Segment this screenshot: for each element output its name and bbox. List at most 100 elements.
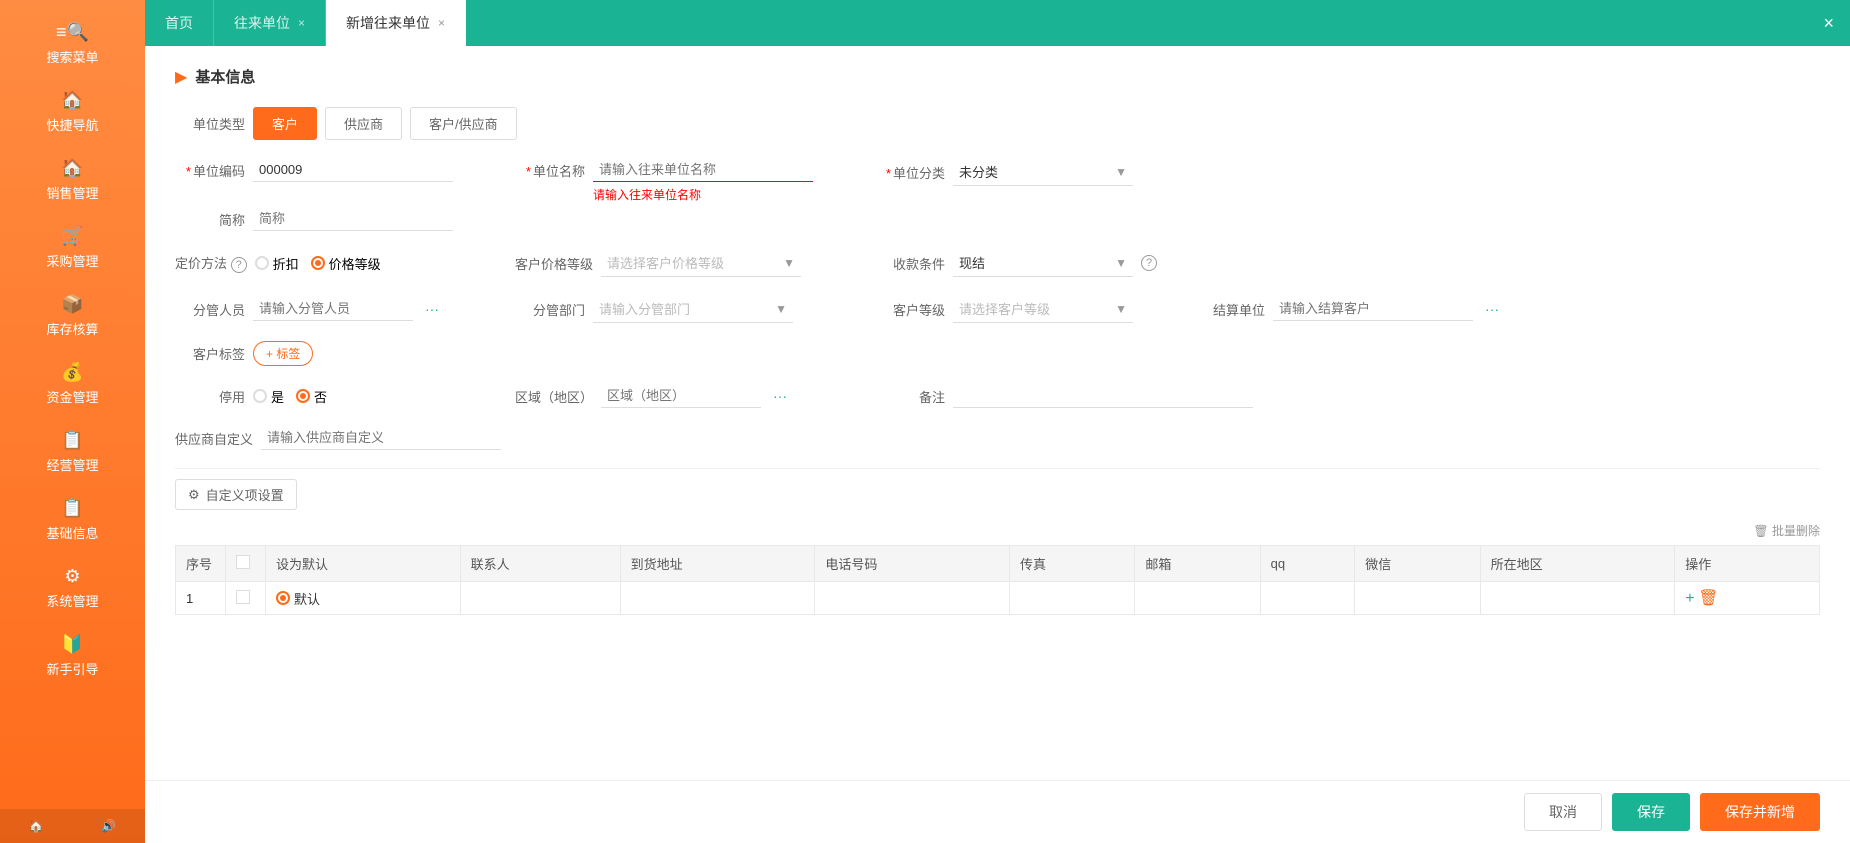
customer-level-select[interactable]: 请选择客户等级 ▼: [953, 295, 1133, 323]
unit-code-group: *单位编码: [175, 158, 475, 182]
sidebar-item-finance[interactable]: 💰 资金管理: [0, 350, 145, 418]
sidebar-bottom: 🏠 🔊: [0, 809, 145, 843]
disabled-no-radio[interactable]: [296, 389, 310, 403]
tab-contacts[interactable]: 往来单位 ×: [214, 0, 326, 46]
main-area: 首页 往来单位 × 新增往来单位 × × ▶ 基本信息 单位类型 客户 供应商: [145, 0, 1850, 843]
sidebar-home-button[interactable]: 🏠: [0, 809, 73, 843]
gear-icon: ⚙: [188, 487, 200, 503]
unit-category-select[interactable]: 未分类 ▼: [953, 158, 1133, 186]
customer-level-arrow: ▼: [1115, 302, 1127, 316]
select-all-checkbox[interactable]: [236, 555, 250, 569]
payment-terms-label: 收款条件: [875, 254, 945, 273]
supplier-custom-input[interactable]: [261, 426, 501, 450]
manager-input[interactable]: [253, 297, 413, 321]
inventory-icon: 📦: [61, 294, 83, 315]
sidebar-item-system[interactable]: ⚙ 系统管理: [0, 554, 145, 622]
table-header-row: 序号 设为默认 联系人 到货地址 电话号码 传真 邮箱 qq 微信 所在地区 操…: [176, 546, 1820, 582]
sidebar-sound-button[interactable]: 🔊: [73, 809, 146, 843]
sidebar-item-label: 库存核算: [46, 319, 98, 338]
save-and-add-button[interactable]: 保存并新增: [1700, 793, 1820, 831]
type-btn-customer[interactable]: 客户: [253, 107, 317, 140]
sidebar-item-newbie[interactable]: 🔰 新手引导: [0, 622, 145, 690]
row-select-checkbox[interactable]: [236, 590, 250, 604]
remark-label: 备注: [875, 387, 945, 406]
delete-row-button[interactable]: 🗑: [1698, 588, 1718, 608]
settlement-input[interactable]: [1273, 297, 1473, 321]
unit-code-label: *单位编码: [175, 161, 245, 180]
unit-name-input[interactable]: [593, 158, 813, 182]
cancel-button[interactable]: 取消: [1524, 793, 1602, 831]
remark-input[interactable]: [953, 384, 1253, 408]
sidebar-item-sales[interactable]: 🏠 销售管理: [0, 146, 145, 214]
sidebar-item-operations[interactable]: 📋 经营管理: [0, 418, 145, 486]
row-default-radio[interactable]: 默认: [276, 589, 450, 608]
batch-delete-label[interactable]: 批量删除: [1772, 524, 1820, 538]
abbr-input[interactable]: [253, 207, 453, 231]
disabled-no-option[interactable]: 否: [296, 387, 327, 406]
pricing-level-radio[interactable]: [311, 256, 325, 270]
customer-price-select[interactable]: 请选择客户价格等级 ▼: [601, 249, 801, 277]
dept-select[interactable]: 请输入分管部门 ▼: [593, 295, 793, 323]
tags-group: 客户标签 + 标签: [175, 341, 1820, 366]
sidebar-item-inventory[interactable]: 📦 库存核算: [0, 282, 145, 350]
disabled-yes-radio[interactable]: [253, 389, 267, 403]
sidebar-item-label: 新手引导: [46, 659, 98, 678]
customer-level-placeholder: 请选择客户等级: [959, 299, 1111, 318]
tab-home[interactable]: 首页: [145, 0, 214, 46]
tab-new-contact-label: 新增往来单位: [346, 13, 430, 33]
system-icon: ⚙: [64, 566, 80, 587]
sidebar-item-purchase[interactable]: 🛒 采购管理: [0, 214, 145, 282]
batch-delete-icon: 🗑: [1753, 524, 1768, 538]
disabled-yes-option[interactable]: 是: [253, 387, 284, 406]
custom-settings-button[interactable]: ⚙ 自定义项设置: [175, 479, 297, 510]
sidebar-item-quicknav[interactable]: 🏠 快捷导航: [0, 78, 145, 146]
add-row-button[interactable]: +: [1685, 590, 1694, 608]
unit-code-input[interactable]: [253, 158, 453, 182]
dept-label: 分管部门: [515, 300, 585, 319]
col-action: 操作: [1675, 546, 1820, 582]
manager-more-btn[interactable]: ···: [421, 301, 443, 317]
col-default: 设为默认: [266, 546, 461, 582]
add-tag-button[interactable]: + 标签: [253, 341, 313, 366]
sidebar-item-label: 快捷导航: [46, 115, 98, 134]
section-title: 基本信息: [195, 66, 255, 87]
type-btn-supplier[interactable]: 供应商: [325, 107, 402, 140]
pricing-level-option[interactable]: 价格等级: [311, 254, 381, 273]
col-fax: 传真: [1009, 546, 1134, 582]
sidebar-item-search[interactable]: ≡🔍 搜索菜单: [0, 10, 145, 78]
sidebar-item-label: 资金管理: [46, 387, 98, 406]
supplier-custom-row: 供应商自定义: [175, 426, 1820, 450]
pricing-hint-icon[interactable]: ?: [231, 257, 247, 273]
sidebar-item-label: 搜索菜单: [46, 47, 98, 66]
region-input[interactable]: [601, 384, 761, 408]
sidebar-item-basic[interactable]: 📋 基础信息: [0, 486, 145, 554]
tab-contacts-label: 往来单位: [234, 13, 290, 33]
abbr-label: 简称: [175, 210, 245, 229]
save-button[interactable]: 保存: [1612, 793, 1690, 831]
tab-new-contact[interactable]: 新增往来单位 ×: [326, 0, 466, 46]
payment-hint-icon[interactable]: ?: [1141, 255, 1157, 271]
pricing-radio-group: 折扣 价格等级: [255, 254, 381, 273]
settlement-more-btn[interactable]: ···: [1481, 301, 1503, 317]
purchase-icon: 🛒: [61, 226, 83, 247]
close-all-button[interactable]: ×: [1807, 13, 1850, 34]
type-btn-both[interactable]: 客户/供应商: [410, 107, 517, 140]
region-more-btn[interactable]: ···: [769, 388, 791, 404]
section-header: ▶ 基本信息: [175, 66, 1820, 87]
sidebar-item-label: 系统管理: [46, 591, 98, 610]
payment-terms-select[interactable]: 现结 ▼: [953, 249, 1133, 277]
tab-contacts-close[interactable]: ×: [298, 16, 305, 30]
dept-arrow: ▼: [775, 302, 787, 316]
section-icon: ▶: [175, 67, 187, 87]
finance-icon: 💰: [61, 362, 83, 383]
tab-new-contact-close[interactable]: ×: [438, 16, 445, 30]
pricing-discount-option[interactable]: 折扣: [255, 254, 299, 273]
row-checkbox: [226, 582, 266, 615]
disabled-group: 停用 是 否: [175, 387, 475, 406]
unit-type-buttons: 客户 供应商 客户/供应商: [253, 107, 517, 140]
row-default: 默认: [266, 582, 461, 615]
settlement-group: 结算单位 ···: [1195, 297, 1503, 321]
pricing-discount-radio[interactable]: [255, 256, 269, 270]
default-radio-circle[interactable]: [276, 591, 290, 605]
category-dropdown-arrow: ▼: [1115, 165, 1127, 179]
